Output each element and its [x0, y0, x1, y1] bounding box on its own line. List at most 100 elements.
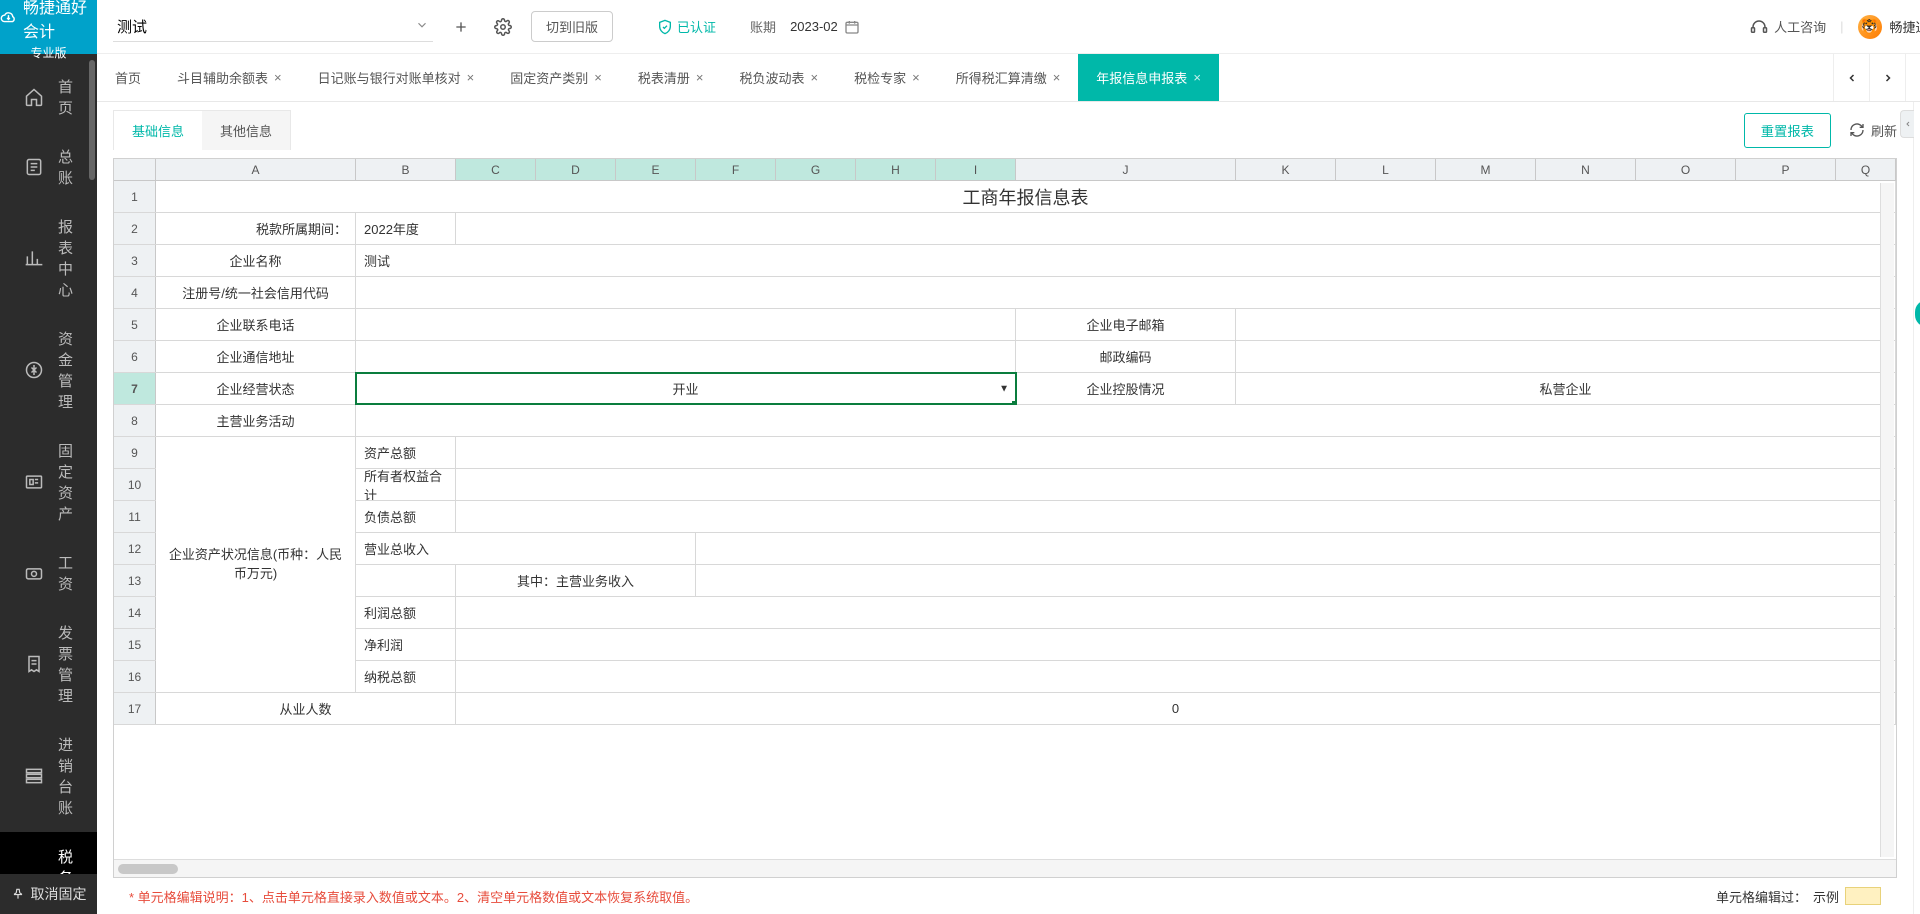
row-header-12[interactable]: 12 [114, 533, 156, 564]
col-header-H[interactable]: H [856, 159, 936, 180]
col-header-D[interactable]: D [536, 159, 616, 180]
row-header-17[interactable]: 17 [114, 693, 156, 724]
row-header-2[interactable]: 2 [114, 213, 156, 244]
tab-6[interactable]: 税检专家 × [836, 54, 938, 101]
reg-code-val[interactable] [356, 277, 1896, 308]
col-header-F[interactable]: F [696, 159, 776, 180]
col-header-E[interactable]: E [616, 159, 696, 180]
company-name-val[interactable]: 测试 [356, 245, 1896, 276]
row-header-1[interactable]: 1 [114, 181, 156, 212]
horizontal-scrollbar[interactable] [114, 859, 1896, 877]
tab-5[interactable]: 税负波动表 × [721, 54, 836, 101]
cell[interactable] [456, 597, 1896, 628]
row-header-10[interactable]: 10 [114, 469, 156, 500]
tab-2[interactable]: 日记账与银行对账单核对 × [300, 54, 493, 101]
tab-close-icon[interactable]: × [594, 70, 602, 85]
email-val[interactable] [1236, 309, 1896, 340]
sidebar-item-funds[interactable]: 资金管理 [0, 314, 97, 426]
select-all-corner[interactable] [114, 159, 156, 180]
add-button[interactable] [447, 13, 475, 41]
tab-close-icon[interactable]: × [696, 70, 704, 85]
reset-button[interactable]: 重置报表 [1744, 113, 1831, 148]
spreadsheet[interactable]: ABCDEFGHIJKLMNOPQ 1工商年报信息表2税款所属期间：2022年度… [113, 158, 1897, 878]
collapse-rail-button[interactable] [1900, 110, 1914, 138]
row-header-3[interactable]: 3 [114, 245, 156, 276]
tab-close-icon[interactable]: × [274, 70, 282, 85]
tab-next-button[interactable] [1869, 54, 1905, 101]
sidebar-item-invoice[interactable]: 发票管理 [0, 608, 97, 720]
cell[interactable] [696, 565, 1896, 596]
sidebar-item-report[interactable]: 报表中心 [0, 202, 97, 314]
cell[interactable] [456, 629, 1896, 660]
tab-close-icon[interactable]: × [1053, 70, 1061, 85]
cell[interactable] [456, 501, 1896, 532]
row-header-15[interactable]: 15 [114, 629, 156, 660]
col-header-L[interactable]: L [1336, 159, 1436, 180]
row-header-13[interactable]: 13 [114, 565, 156, 596]
staff-val[interactable]: 0 [456, 693, 1896, 724]
cell[interactable] [456, 469, 1896, 500]
tab-7[interactable]: 所得税汇算清缴 × [938, 54, 1079, 101]
row-header-16[interactable]: 16 [114, 661, 156, 692]
tab-close-button[interactable] [1905, 54, 1920, 101]
col-header-K[interactable]: K [1236, 159, 1336, 180]
support-button[interactable]: 人工咨询 [1750, 17, 1826, 36]
row-header-14[interactable]: 14 [114, 597, 156, 628]
row-header-6[interactable]: 6 [114, 341, 156, 372]
tab-close-icon[interactable]: × [1193, 70, 1201, 85]
row-header-8[interactable]: 8 [114, 405, 156, 436]
sidebar-item-tax[interactable]: 税务管理 [0, 832, 97, 874]
tab-0[interactable]: 首页 [97, 54, 159, 101]
tab-1[interactable]: 斗目辅助余额表 × [159, 54, 300, 101]
col-header-C[interactable]: C [456, 159, 536, 180]
phone-val[interactable] [356, 309, 1016, 340]
col-header-I[interactable]: I [936, 159, 1016, 180]
row-header-4[interactable]: 4 [114, 277, 156, 308]
tab-8[interactable]: 年报信息申报表 × [1078, 54, 1219, 101]
col-header-Q[interactable]: Q [1836, 159, 1896, 180]
scrollbar-thumb[interactable] [118, 864, 178, 874]
col-header-G[interactable]: G [776, 159, 856, 180]
tab-4[interactable]: 税表清册 × [620, 54, 722, 101]
subtab-1[interactable]: 其他信息 [202, 111, 290, 150]
col-header-M[interactable]: M [1436, 159, 1536, 180]
holding-val[interactable]: 私营企业 [1236, 373, 1896, 404]
addr-val[interactable] [356, 341, 1016, 372]
col-header-O[interactable]: O [1636, 159, 1736, 180]
sidebar-item-ledger[interactable]: 总账 [0, 132, 97, 202]
tab-prev-button[interactable] [1833, 54, 1869, 101]
cell[interactable] [696, 533, 1896, 564]
switch-old-button[interactable]: 切到旧版 [531, 11, 613, 42]
col-header-A[interactable]: A [156, 159, 356, 180]
row-header-7[interactable]: 7 [114, 373, 156, 404]
cell[interactable] [456, 437, 1896, 468]
settings-button[interactable] [489, 13, 517, 41]
tab-close-icon[interactable]: × [810, 70, 818, 85]
user-menu[interactable]: 🐯 畅捷通B组... [1858, 15, 1920, 39]
period-selector[interactable]: 2023-02 [790, 19, 860, 35]
status-dropdown[interactable]: 开业▼ [356, 373, 1016, 404]
cell[interactable] [456, 213, 1896, 244]
col-header-N[interactable]: N [1536, 159, 1636, 180]
sidebar-item-salary[interactable]: 工资 [0, 538, 97, 608]
sidebar-item-inventory[interactable]: 进销台账 [0, 720, 97, 832]
post-val[interactable] [1236, 341, 1896, 372]
subtab-0[interactable]: 基础信息 [114, 111, 202, 150]
cell[interactable] [456, 661, 1896, 692]
year-2022年[interactable]: 2022年 [1915, 300, 1920, 327]
unpin-button[interactable]: 取消固定 [0, 874, 97, 914]
main-biz-val[interactable] [356, 405, 1896, 436]
tab-close-icon[interactable]: × [912, 70, 920, 85]
sidebar-scrollbar[interactable] [89, 60, 95, 180]
sidebar-item-asset[interactable]: 固定资产 [0, 426, 97, 538]
row-header-5[interactable]: 5 [114, 309, 156, 340]
row-header-9[interactable]: 9 [114, 437, 156, 468]
refresh-button[interactable]: 刷新 [1849, 121, 1897, 140]
tab-3[interactable]: 固定资产类别 × [492, 54, 620, 101]
col-header-P[interactable]: P [1736, 159, 1836, 180]
sheet-body[interactable]: 1工商年报信息表2税款所属期间：2022年度3企业名称测试4注册号/统一社会信用… [114, 181, 1896, 859]
row-header-11[interactable]: 11 [114, 501, 156, 532]
col-header-B[interactable]: B [356, 159, 456, 180]
tab-close-icon[interactable]: × [467, 70, 475, 85]
org-input[interactable] [113, 12, 433, 42]
